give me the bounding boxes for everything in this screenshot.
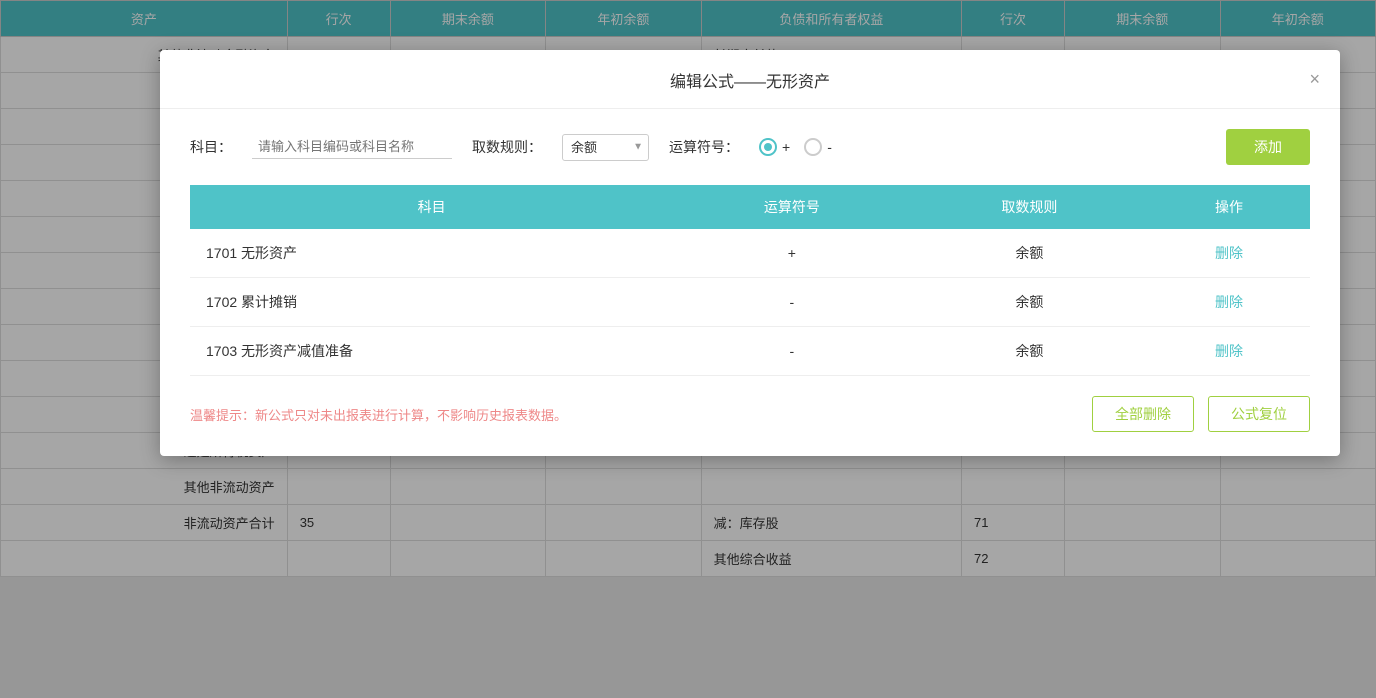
operator-radio-group: + - <box>759 138 832 156</box>
col-header-action: 操作 <box>1148 185 1310 229</box>
cell-action: 删除 <box>1148 327 1310 376</box>
operator-minus-radio[interactable] <box>804 138 822 156</box>
table-row: 1701 无形资产+余额 删除 <box>190 229 1310 278</box>
data-table-container: 科目 运算符号 取数规则 操作 1701 无形资产+余额删除1702 累计摊销-… <box>160 185 1340 376</box>
col-header-subject: 科目 <box>190 185 673 229</box>
modal-header: 编辑公式——无形资产 × <box>160 50 1340 109</box>
cell-operator: - <box>673 278 910 327</box>
delete-all-button[interactable]: 全部删除 <box>1092 396 1194 432</box>
reset-formula-button[interactable]: 公式复位 <box>1208 396 1310 432</box>
modal-footer: 温馨提示：新公式只对未出报表进行计算，不影响历史报表数据。 全部删除 公式复位 <box>160 376 1340 432</box>
operator-minus-label: - <box>827 139 832 155</box>
cell-subject: 1702 累计摊销 <box>190 278 673 327</box>
table-row: 1702 累计摊销-余额 删除 <box>190 278 1310 327</box>
footer-tip: 温馨提示：新公式只对未出报表进行计算，不影响历史报表数据。 <box>190 405 567 424</box>
cell-action: 删除 <box>1148 229 1310 278</box>
delete-link[interactable]: 删除 <box>1215 294 1243 310</box>
subject-input[interactable] <box>252 135 452 159</box>
modal-close-button[interactable]: × <box>1309 70 1320 88</box>
operator-plus-option[interactable]: + <box>759 138 790 156</box>
footer-buttons: 全部删除 公式复位 <box>1092 396 1310 432</box>
subject-label: 科目： <box>190 137 232 157</box>
operator-label: 运算符号： <box>669 137 739 157</box>
cell-operator: + <box>673 229 910 278</box>
cell-rule: 余额 <box>911 278 1148 327</box>
formula-table: 科目 运算符号 取数规则 操作 1701 无形资产+余额删除1702 累计摊销-… <box>190 185 1310 376</box>
table-header-row: 科目 运算符号 取数规则 操作 <box>190 185 1310 229</box>
operator-plus-label: + <box>782 139 790 155</box>
rule-select[interactable]: 余额 借方 贷方 借方累计 贷方累计 <box>562 134 649 161</box>
modal-title: 编辑公式——无形资产 <box>670 68 830 92</box>
operator-plus-radio[interactable] <box>759 138 777 156</box>
col-header-rule: 取数规则 <box>911 185 1148 229</box>
delete-link[interactable]: 删除 <box>1215 245 1243 261</box>
add-button[interactable]: 添加 <box>1226 129 1310 165</box>
cell-action: 删除 <box>1148 278 1310 327</box>
cell-subject: 1703 无形资产减值准备 <box>190 327 673 376</box>
operator-minus-option[interactable]: - <box>804 138 832 156</box>
rule-select-wrapper[interactable]: 余额 借方 贷方 借方累计 贷方累计 ▼ <box>562 134 649 161</box>
edit-formula-modal: 编辑公式——无形资产 × 科目： 取数规则： 余额 借方 贷方 借方累计 贷方累… <box>160 50 1340 456</box>
cell-operator: - <box>673 327 910 376</box>
col-header-operator: 运算符号 <box>673 185 910 229</box>
table-row: 1703 无形资产减值准备-余额 删除 <box>190 327 1310 376</box>
delete-link[interactable]: 删除 <box>1215 343 1243 359</box>
rule-label: 取数规则： <box>472 137 542 157</box>
form-row: 科目： 取数规则： 余额 借方 贷方 借方累计 贷方累计 ▼ 运算符号： + - <box>160 109 1340 185</box>
cell-rule: 余额 <box>911 229 1148 278</box>
cell-rule: 余额 <box>911 327 1148 376</box>
cell-subject: 1701 无形资产 <box>190 229 673 278</box>
